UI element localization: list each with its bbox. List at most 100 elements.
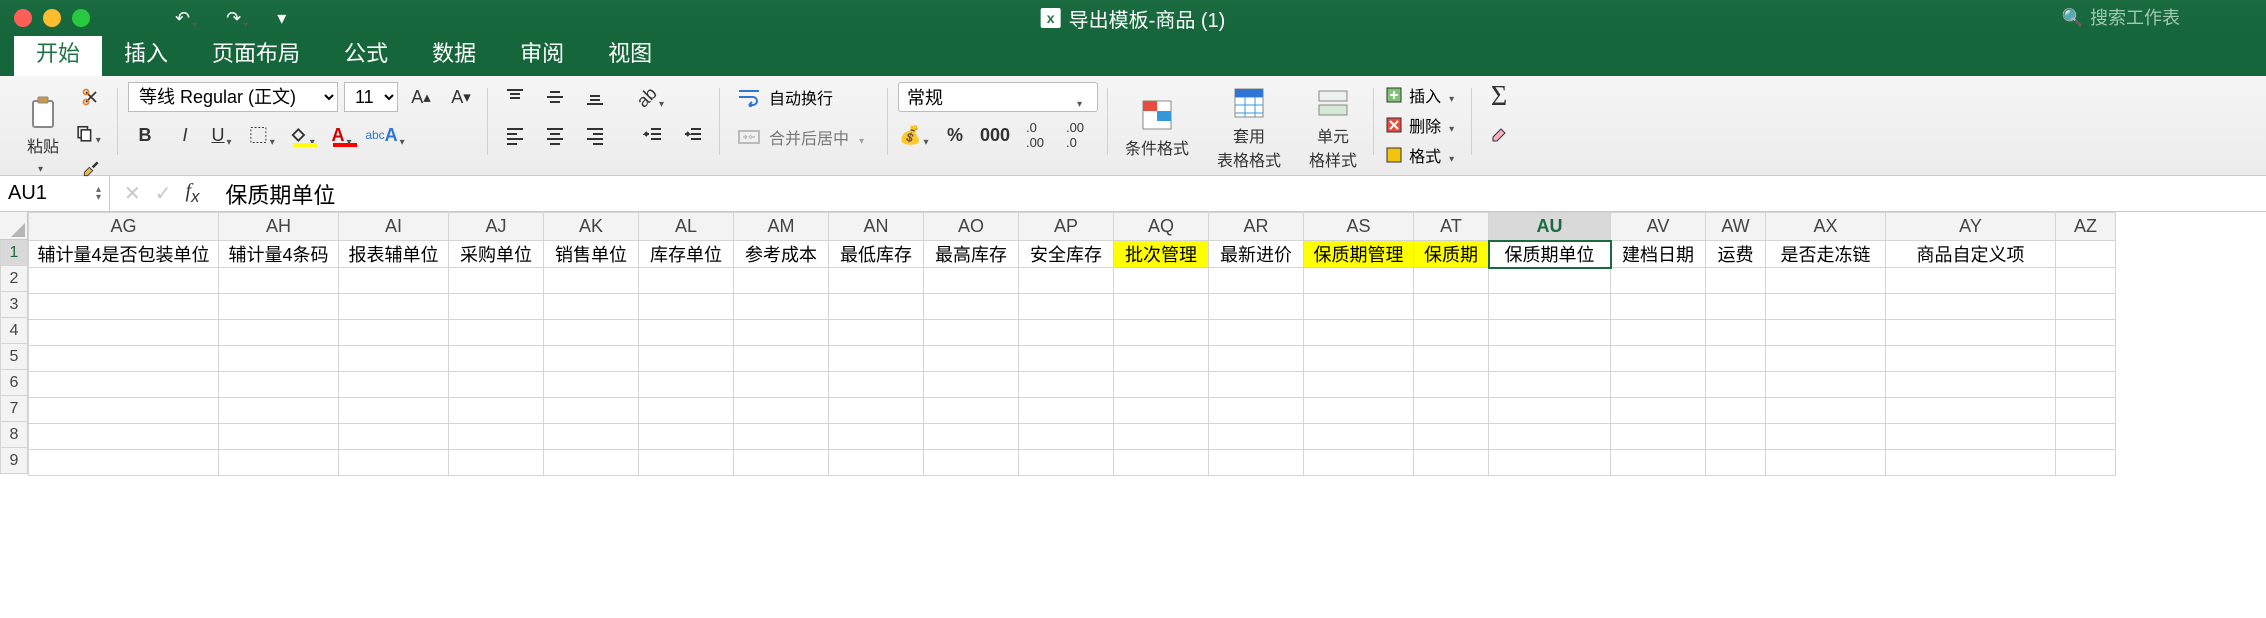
formula-input[interactable] — [219, 176, 2266, 211]
cell[interactable] — [339, 450, 449, 476]
cell[interactable] — [29, 268, 219, 294]
cell[interactable] — [1114, 372, 1209, 398]
cell[interactable]: 库存单位 — [639, 241, 734, 268]
cell[interactable] — [449, 294, 544, 320]
merge-center-button[interactable]: 合并后居中 — [730, 122, 878, 152]
cell[interactable] — [219, 320, 339, 346]
cell[interactable] — [544, 424, 639, 450]
cell[interactable] — [734, 372, 829, 398]
cell[interactable] — [1706, 450, 1766, 476]
font-size-select[interactable]: 11 — [344, 82, 398, 112]
cell[interactable] — [1414, 320, 1489, 346]
cell[interactable] — [544, 320, 639, 346]
row-headers[interactable]: 123456789 — [0, 240, 28, 474]
cell[interactable] — [1114, 398, 1209, 424]
fill-color-button[interactable] — [288, 120, 322, 150]
print-icon[interactable] — [152, 17, 154, 19]
cell[interactable] — [924, 372, 1019, 398]
cell[interactable] — [829, 268, 924, 294]
column-header[interactable]: AX — [1766, 213, 1886, 241]
row-header[interactable]: 4 — [0, 318, 28, 344]
cell[interactable] — [1019, 398, 1114, 424]
cell[interactable] — [829, 320, 924, 346]
cell[interactable] — [1209, 398, 1304, 424]
save-icon[interactable] — [130, 17, 132, 19]
cell[interactable] — [29, 346, 219, 372]
cell[interactable] — [1414, 372, 1489, 398]
column-header[interactable]: AM — [734, 213, 829, 241]
cell[interactable] — [1489, 398, 1611, 424]
phonetic-button[interactable]: abcA — [368, 120, 402, 150]
cell[interactable] — [2056, 450, 2116, 476]
cell[interactable] — [734, 450, 829, 476]
cell[interactable] — [829, 346, 924, 372]
column-header[interactable]: AO — [924, 213, 1019, 241]
cell[interactable] — [924, 346, 1019, 372]
cell[interactable] — [1611, 372, 1706, 398]
cell[interactable] — [829, 398, 924, 424]
column-header[interactable]: AS — [1304, 213, 1414, 241]
copy-button[interactable] — [74, 118, 108, 148]
zoom-window-button[interactable] — [72, 9, 90, 27]
italic-button[interactable]: I — [168, 120, 202, 150]
cell[interactable] — [639, 294, 734, 320]
cell[interactable] — [219, 294, 339, 320]
column-header[interactable]: AH — [219, 213, 339, 241]
cell[interactable] — [924, 294, 1019, 320]
cell[interactable] — [1114, 424, 1209, 450]
cell[interactable] — [1414, 346, 1489, 372]
cell[interactable] — [29, 398, 219, 424]
cell[interactable] — [339, 372, 449, 398]
column-header[interactable]: AI — [339, 213, 449, 241]
underline-button[interactable]: U — [208, 120, 242, 150]
cell[interactable] — [1706, 398, 1766, 424]
cell[interactable] — [2056, 398, 2116, 424]
cell[interactable]: 最新进价 — [1209, 241, 1304, 268]
cell[interactable] — [1114, 268, 1209, 294]
search-box[interactable]: 🔍 — [2062, 8, 2250, 29]
cell[interactable] — [639, 424, 734, 450]
cell[interactable] — [639, 450, 734, 476]
cell[interactable] — [924, 450, 1019, 476]
cell[interactable] — [2056, 294, 2116, 320]
cell[interactable] — [924, 398, 1019, 424]
cell[interactable] — [1019, 268, 1114, 294]
cell[interactable] — [829, 294, 924, 320]
cell[interactable] — [29, 294, 219, 320]
cell[interactable] — [339, 268, 449, 294]
cell[interactable] — [2056, 320, 2116, 346]
spreadsheet-grid[interactable]: 123456789 AGAHAIAJAKALAMANAOAPAQARASATAU… — [0, 212, 2266, 476]
cell[interactable]: 保质期单位 — [1489, 241, 1611, 268]
align-right-button[interactable] — [578, 120, 612, 150]
column-header[interactable]: AL — [639, 213, 734, 241]
increase-font-button[interactable]: A▴ — [404, 82, 438, 112]
cell[interactable] — [2056, 268, 2116, 294]
format-painter-button[interactable] — [74, 154, 108, 184]
cell[interactable] — [639, 372, 734, 398]
cell[interactable] — [1304, 424, 1414, 450]
column-header[interactable]: AN — [829, 213, 924, 241]
cell[interactable] — [1209, 372, 1304, 398]
cut-button[interactable] — [74, 82, 108, 112]
column-header[interactable]: AW — [1706, 213, 1766, 241]
cell[interactable]: 建档日期 — [1611, 241, 1706, 268]
cell[interactable] — [1706, 424, 1766, 450]
cell[interactable] — [1304, 450, 1414, 476]
cell[interactable] — [924, 320, 1019, 346]
cell[interactable] — [1414, 294, 1489, 320]
cell[interactable] — [639, 268, 734, 294]
conditional-formatting-button[interactable]: 条件格式 — [1118, 94, 1196, 162]
cell[interactable] — [1766, 372, 1886, 398]
number-format-select[interactable]: 常规 — [898, 82, 1098, 112]
cell[interactable] — [1114, 294, 1209, 320]
cell[interactable] — [1611, 450, 1706, 476]
cell[interactable]: 辅计量4是否包装单位 — [29, 241, 219, 268]
cell[interactable] — [1489, 424, 1611, 450]
row-header[interactable]: 8 — [0, 422, 28, 448]
cell[interactable] — [1414, 398, 1489, 424]
cell[interactable] — [1019, 320, 1114, 346]
cell[interactable] — [1611, 398, 1706, 424]
format-as-table-button[interactable]: 套用 表格格式 — [1210, 82, 1288, 174]
column-header[interactable]: AQ — [1114, 213, 1209, 241]
cell[interactable] — [1766, 424, 1886, 450]
